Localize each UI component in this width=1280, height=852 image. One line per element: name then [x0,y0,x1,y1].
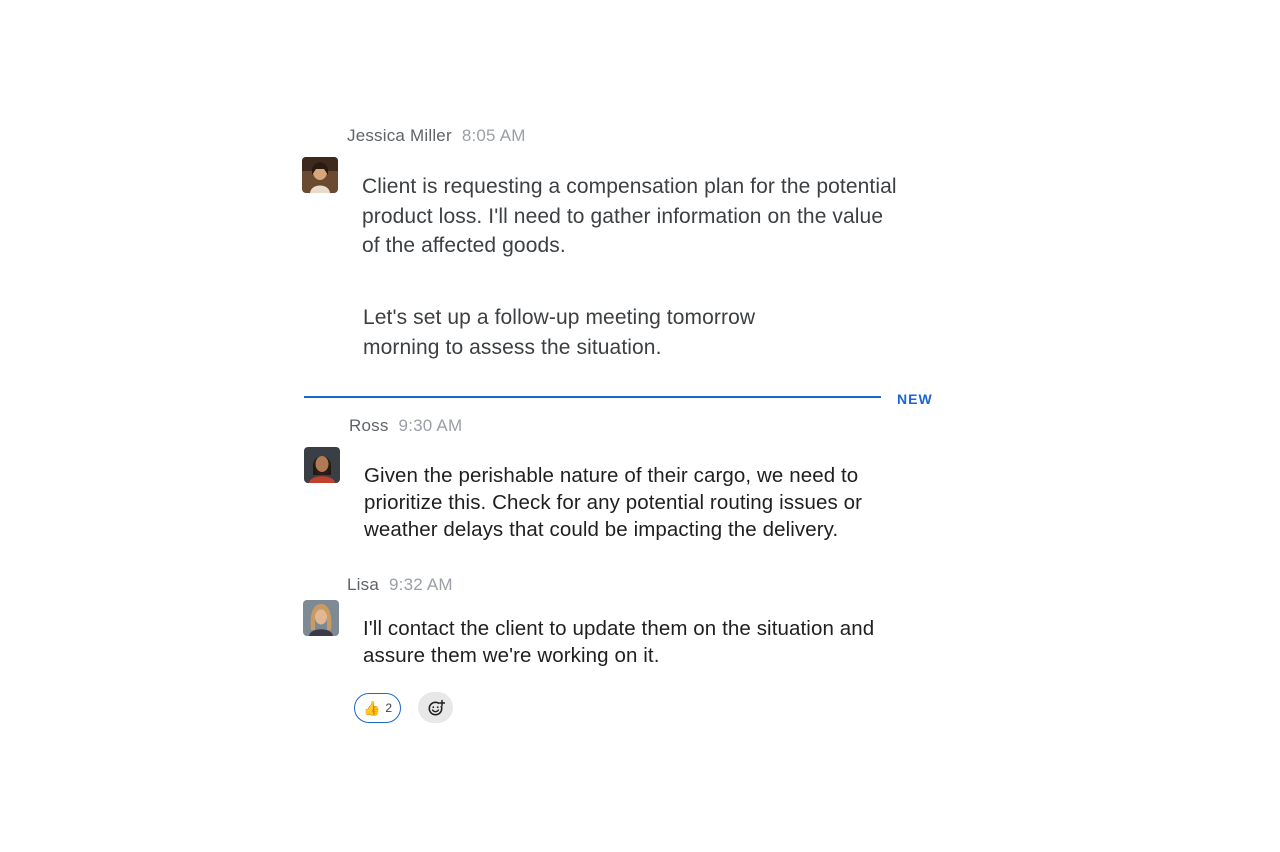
new-messages-label: NEW [897,391,933,407]
message-text: I'll contact the client to update them o… [363,617,875,667]
avatar[interactable] [303,600,339,636]
new-messages-divider [304,396,881,398]
avatar[interactable] [304,447,340,483]
message-header: Lisa 9:32 AM [347,575,453,595]
message-header: Jessica Miller 8:05 AM [347,126,526,146]
reaction-count: 2 [385,701,393,715]
message-timestamp: 9:32 AM [389,575,453,594]
avatar-photo [304,447,340,483]
reaction-chip[interactable]: 👍 2 [354,693,401,723]
avatar-photo [303,600,339,636]
avatar[interactable] [302,157,338,193]
chat-thread: Jessica Miller 8:05 AM Client is request… [0,0,1280,852]
thumbs-up-emoji: 👍 [362,700,381,716]
add-reaction-button[interactable] [418,692,453,723]
message-text: Client is requesting a compensation plan… [362,175,897,257]
message-timestamp: 8:05 AM [461,126,526,145]
message-text: Given the perishable nature of their car… [364,464,863,541]
sender-name[interactable]: Lisa [347,575,379,595]
sender-name[interactable]: Jessica Miller [347,126,452,146]
message-text: Let's set up a follow-up meeting tomorro… [363,306,756,359]
avatar-photo [302,157,338,193]
message-timestamp: 9:30 AM [398,416,463,435]
sender-name[interactable]: Ross [349,416,389,436]
message-header: Ross 9:30 AM [349,416,462,436]
add-reaction-icon [428,699,445,715]
